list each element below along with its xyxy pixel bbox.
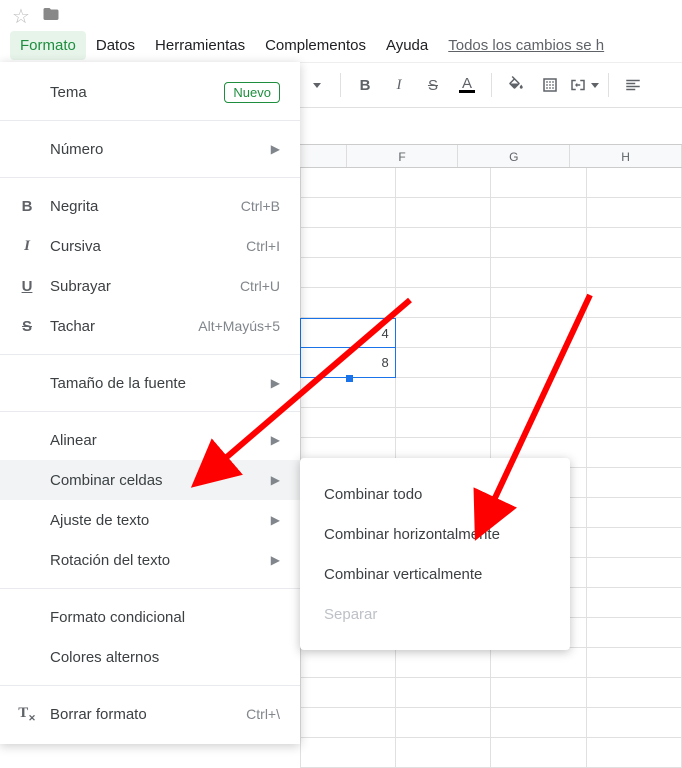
menu-tema[interactable]: Tema Nuevo [0,72,300,112]
fill-color-button[interactable] [500,69,532,101]
star-icon[interactable]: ☆ [12,4,30,29]
submenu-arrow-icon: ▶ [271,142,280,156]
menubar: Formato Datos Herramientas Complementos … [0,28,682,62]
menu-tam-fuente[interactable]: Tamaño de la fuente ▶ [0,363,300,403]
menu-separator [0,411,300,412]
menu-negrita[interactable]: B Negrita Ctrl+B [0,186,300,226]
strike-button[interactable]: S [417,69,449,101]
menu-datos[interactable]: Datos [86,31,145,60]
text-color-button[interactable]: A [451,69,483,101]
shortcut-label: Alt+Mayús+5 [198,318,280,334]
halign-button[interactable] [617,69,649,101]
submenu-combinar-todo[interactable]: Combinar todo [300,474,570,514]
toolbar-separator [491,73,492,97]
menu-separator [0,588,300,589]
font-size-dropdown[interactable] [300,69,332,101]
cell-selected-1[interactable]: 4 [300,318,396,348]
shortcut-label: Ctrl+I [246,238,280,254]
toolbar-separator [608,73,609,97]
clear-format-icon: T✕ [16,705,38,724]
menu-separator [0,685,300,686]
italic-button[interactable]: I [383,69,415,101]
menu-ajuste-texto[interactable]: Ajuste de texto ▶ [0,500,300,540]
submenu-arrow-icon: ▶ [271,513,280,527]
menu-formato-condicional[interactable]: Formato condicional [0,597,300,637]
toolbar-separator [340,73,341,97]
menu-formato[interactable]: Formato [10,31,86,60]
save-status-link[interactable]: Todos los cambios se h [448,37,604,54]
menu-borrar-formato[interactable]: T✕ Borrar formato Ctrl+\ [0,694,300,734]
shortcut-label: Ctrl+\ [246,706,280,722]
submenu-arrow-icon: ▶ [271,553,280,567]
menu-separator [0,177,300,178]
menu-herramientas[interactable]: Herramientas [145,31,255,60]
format-menu: Tema Nuevo Número ▶ B Negrita Ctrl+B I C… [0,62,300,744]
col-header-gap [300,145,347,167]
menu-rotacion-texto[interactable]: Rotación del texto ▶ [0,540,300,580]
merge-button[interactable] [568,69,600,101]
shortcut-label: Ctrl+U [240,278,280,294]
shortcut-label: Ctrl+B [241,198,280,214]
menu-separator [0,354,300,355]
combinar-submenu: Combinar todo Combinar horizontalmente C… [300,458,570,650]
italic-icon: I [16,238,38,255]
column-headers: F G H [300,144,682,168]
menu-cursiva[interactable]: I Cursiva Ctrl+I [0,226,300,266]
doc-header-icons: ☆ [12,4,60,29]
col-header-g[interactable]: G [458,145,570,167]
menu-ayuda[interactable]: Ayuda [376,31,438,60]
submenu-combinar-horizontal[interactable]: Combinar horizontalmente [300,514,570,554]
submenu-arrow-icon: ▶ [271,473,280,487]
strike-icon: S [16,318,38,335]
bold-button[interactable]: B [349,69,381,101]
menu-combinar-celdas[interactable]: Combinar celdas ▶ [0,460,300,500]
borders-button[interactable] [534,69,566,101]
menu-colores-alternos[interactable]: Colores alternos [0,637,300,677]
selection-handle[interactable] [346,375,353,382]
submenu-arrow-icon: ▶ [271,376,280,390]
submenu-combinar-vertical[interactable]: Combinar verticalmente [300,554,570,594]
menu-tachar[interactable]: S Tachar Alt+Mayús+5 [0,306,300,346]
folder-icon[interactable] [42,5,60,28]
cell-selected-2[interactable]: 8 [300,348,396,378]
menu-subrayar[interactable]: U Subrayar Ctrl+U [0,266,300,306]
menu-numero[interactable]: Número ▶ [0,129,300,169]
underline-icon: U [16,278,38,295]
nuevo-badge: Nuevo [224,82,280,103]
submenu-arrow-icon: ▶ [271,433,280,447]
menu-complementos[interactable]: Complementos [255,31,376,60]
menu-separator [0,120,300,121]
col-header-h[interactable]: H [570,145,682,167]
submenu-separar: Separar [300,594,570,634]
col-header-f[interactable]: F [347,145,459,167]
bold-icon: B [16,198,38,215]
menu-alinear[interactable]: Alinear ▶ [0,420,300,460]
